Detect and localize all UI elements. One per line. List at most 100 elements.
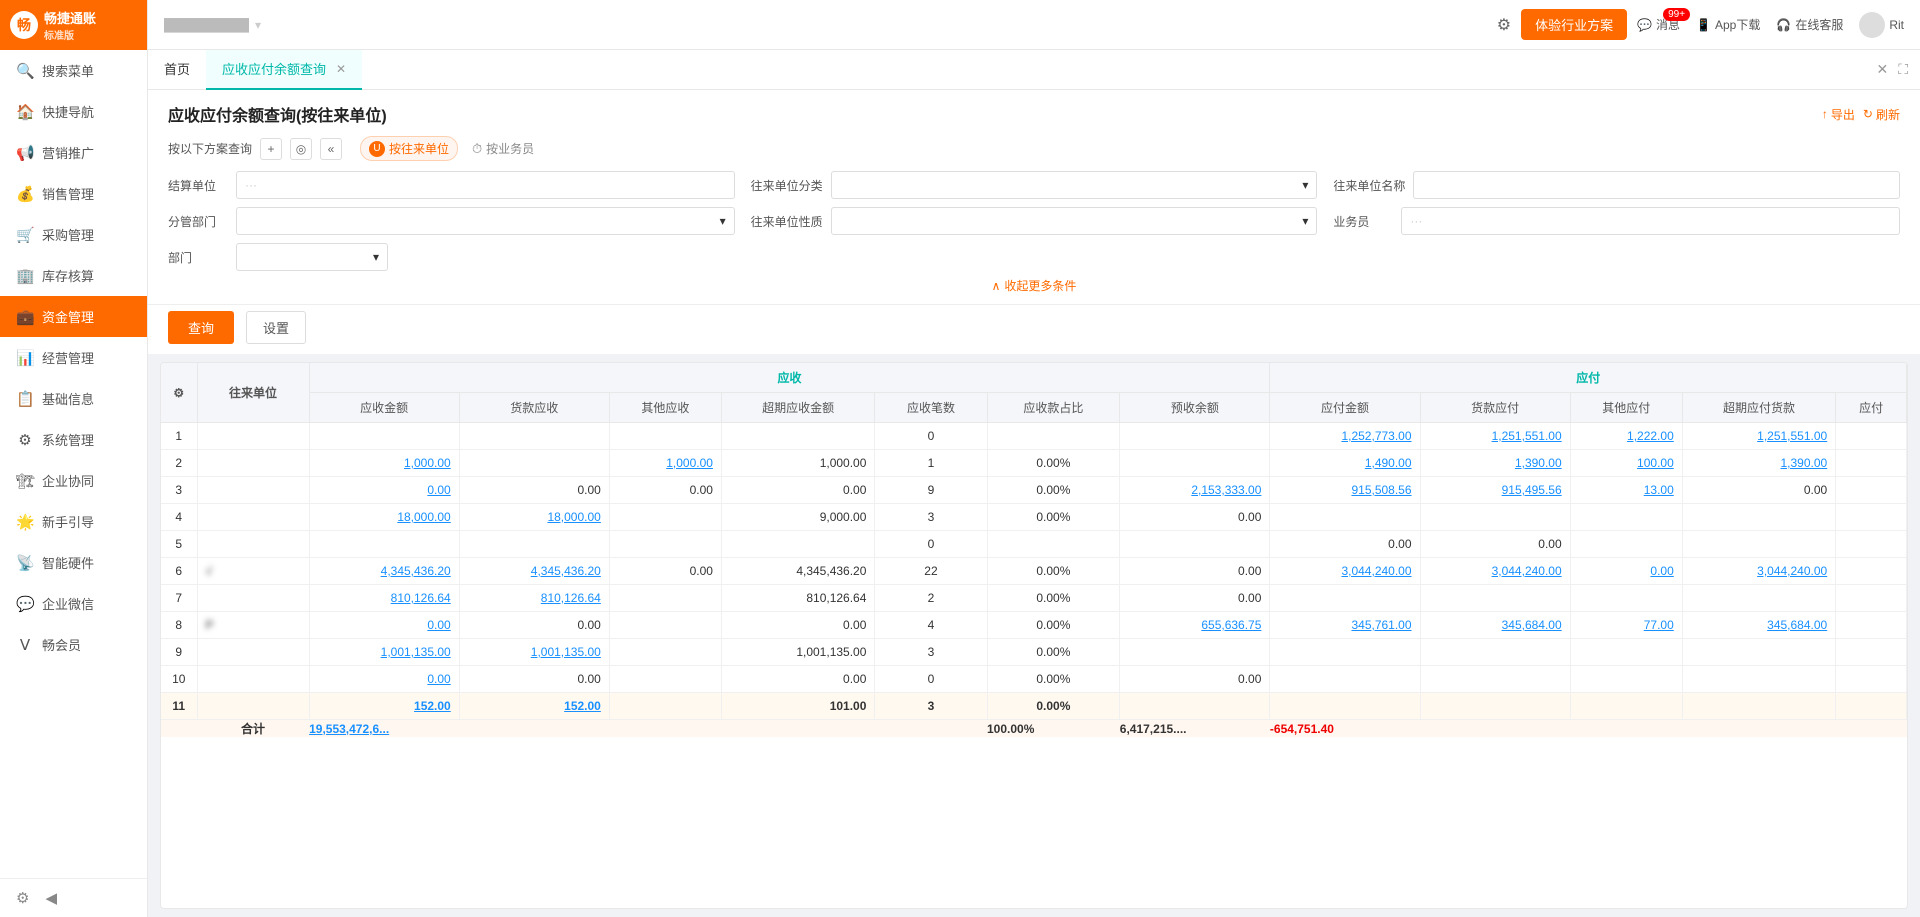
filter-target-btn[interactable]: ◎ bbox=[290, 138, 312, 160]
cell-ap-amount[interactable]: 345,761.00 bbox=[1270, 612, 1420, 639]
cell-loan-ap bbox=[1420, 504, 1570, 531]
tab-close-icon[interactable]: ✕ bbox=[336, 62, 346, 76]
cell-other-ap[interactable]: 1,222.00 bbox=[1570, 423, 1682, 450]
unit-category-input[interactable]: ▾ bbox=[831, 171, 1318, 199]
col-settings-icon[interactable]: ⚙ bbox=[161, 363, 197, 423]
table-footer-row: 合计 19,553,472,6... 100.00% 6,417,215....… bbox=[161, 720, 1907, 738]
cell-other-ar[interactable]: 1,000.00 bbox=[609, 450, 721, 477]
footer-ar-count bbox=[875, 720, 987, 738]
cell-ar-amount[interactable]: 810,126.64 bbox=[309, 585, 459, 612]
dept-input[interactable]: ▾ bbox=[236, 243, 388, 271]
settings-bottom-icon[interactable]: ⚙ bbox=[16, 889, 29, 907]
cell-ar-amount[interactable]: 1,001,135.00 bbox=[309, 639, 459, 666]
filter-add-btn[interactable]: + bbox=[260, 138, 282, 160]
cell-prepaid[interactable]: 2,153,333.00 bbox=[1120, 477, 1270, 504]
filter-collapse-btn[interactable]: « bbox=[320, 138, 342, 160]
cell-ap-amount bbox=[1270, 504, 1420, 531]
cell-prepaid[interactable]: 655,636.75 bbox=[1120, 612, 1270, 639]
cell-overdue-ap[interactable]: 3,044,240.00 bbox=[1682, 558, 1835, 585]
sidebar-item-sales[interactable]: 💰 销售管理 bbox=[0, 173, 147, 214]
cell-loan-ar[interactable]: 4,345,436.20 bbox=[459, 558, 609, 585]
promo-button[interactable]: 体验行业方案 bbox=[1521, 9, 1627, 40]
export-button[interactable]: ↑ 导出 bbox=[1822, 106, 1855, 123]
unit-nature-input[interactable]: ▾ bbox=[831, 207, 1318, 235]
app-download-button[interactable]: 📱 App下载 bbox=[1696, 16, 1760, 33]
cell-loan-ap[interactable]: 1,390.00 bbox=[1420, 450, 1570, 477]
cell-ar-amount[interactable]: 0.00 bbox=[309, 477, 459, 504]
filter-collapse-toggle[interactable]: ∧ 收起更多条件 bbox=[168, 271, 1900, 298]
col-ap-amount: 应付金额 bbox=[1270, 393, 1420, 423]
filter-field-unit-name: 往来单位名称 bbox=[1333, 171, 1900, 199]
tab-ar-ap[interactable]: 应收应付余额查询 ✕ bbox=[206, 50, 362, 90]
cell-ar-amount[interactable]: 1,000.00 bbox=[309, 450, 459, 477]
user-menu[interactable]: Rit bbox=[1859, 12, 1904, 38]
window-maximize-icon[interactable]: ⛶ bbox=[1898, 61, 1908, 78]
cell-other-ap[interactable]: 0.00 bbox=[1570, 558, 1682, 585]
message-button[interactable]: 💬 消息 99+ bbox=[1637, 16, 1680, 33]
sidebar-item-hardware[interactable]: 📡 智能硬件 bbox=[0, 542, 147, 583]
cell-loan-ar[interactable]: 18,000.00 bbox=[459, 504, 609, 531]
unit-name-input[interactable] bbox=[1413, 171, 1900, 199]
cell-ap2 bbox=[1836, 639, 1907, 666]
collapse-sidebar-icon[interactable]: ◀‌‌ bbox=[45, 889, 57, 907]
export-icon: ↑ bbox=[1822, 107, 1828, 121]
scheme-by-staff[interactable]: ⏱ 按业务员 bbox=[464, 136, 542, 161]
cell-ap-amount: 0.00 bbox=[1270, 531, 1420, 558]
cell-loan-ar bbox=[459, 531, 609, 558]
cell-ap-amount[interactable]: 3,044,240.00 bbox=[1270, 558, 1420, 585]
query-button[interactable]: 查询 bbox=[168, 311, 234, 344]
cell-no: 7 bbox=[161, 585, 197, 612]
cell-loan-ap[interactable]: 1,251,551.00 bbox=[1420, 423, 1570, 450]
table-settings-icon[interactable]: ⚙ bbox=[173, 386, 184, 400]
window-close-icon[interactable]: ✕ bbox=[1876, 61, 1888, 78]
cell-ar-amount[interactable]: 4,345,436.20 bbox=[309, 558, 459, 585]
cell-other-ap[interactable]: 77.00 bbox=[1570, 612, 1682, 639]
sidebar-item-wechat[interactable]: 💬 企业微信 bbox=[0, 583, 147, 624]
sidebar-item-inventory[interactable]: 🏢 库存核算 bbox=[0, 255, 147, 296]
sidebar-item-marketing[interactable]: 📢 营销推广 bbox=[0, 132, 147, 173]
cell-loan-ar[interactable]: 810,126.64 bbox=[459, 585, 609, 612]
scheme-by-unit[interactable]: U 按往来单位 bbox=[360, 136, 458, 161]
sidebar-item-member[interactable]: Ⅴ 畅会员 bbox=[0, 624, 147, 665]
cell-ar-amount[interactable]: 152.00 bbox=[309, 693, 459, 720]
sidebar-item-corp[interactable]: 🏗 企业协同 bbox=[0, 460, 147, 501]
cell-overdue-ap[interactable]: 1,251,551.00 bbox=[1682, 423, 1835, 450]
dept-manage-input[interactable]: ▾ bbox=[236, 207, 735, 235]
sidebar-item-finance[interactable]: 💼 资金管理 bbox=[0, 296, 147, 337]
tab-home[interactable]: 首页 bbox=[148, 50, 206, 90]
sidebar-item-search-menu[interactable]: 🔍 搜索菜单 bbox=[0, 50, 147, 91]
cell-other-ap bbox=[1570, 693, 1682, 720]
salesman-input[interactable]: ··· bbox=[1401, 207, 1900, 235]
cell-ar-amount[interactable]: 18,000.00 bbox=[309, 504, 459, 531]
sidebar-item-quick-nav[interactable]: 🏠 快捷导航 bbox=[0, 91, 147, 132]
sidebar-item-guide[interactable]: 🌟 新手引导 bbox=[0, 501, 147, 542]
header-gear-icon[interactable]: ⚙ bbox=[1497, 15, 1511, 35]
settle-unit-input[interactable]: ··· bbox=[236, 171, 735, 199]
cell-other-ap[interactable]: 100.00 bbox=[1570, 450, 1682, 477]
online-service-button[interactable]: 🎧 在线客服 bbox=[1776, 16, 1843, 33]
cell-ar-amount[interactable]: 0.00 bbox=[309, 612, 459, 639]
cell-loan-ar[interactable]: 1,001,135.00 bbox=[459, 639, 609, 666]
cell-ap-amount[interactable]: 915,508.56 bbox=[1270, 477, 1420, 504]
col-ap2: 应付 bbox=[1836, 393, 1907, 423]
cell-loan-ap[interactable]: 3,044,240.00 bbox=[1420, 558, 1570, 585]
sidebar-item-operations[interactable]: 📊 经营管理 bbox=[0, 337, 147, 378]
sidebar-item-base-info[interactable]: 📋 基础信息 bbox=[0, 378, 147, 419]
cell-prepaid bbox=[1120, 639, 1270, 666]
cell-other-ap[interactable]: 13.00 bbox=[1570, 477, 1682, 504]
cell-loan-ap[interactable]: 915,495.56 bbox=[1420, 477, 1570, 504]
table-wrapper[interactable]: ⚙ 往来单位 应收 应付 应收金额 货款应收 其他应收 超期应收金额 应收笔数 … bbox=[160, 362, 1908, 909]
cell-overdue-ap[interactable]: 1,390.00 bbox=[1682, 450, 1835, 477]
service-label: 在线客服 bbox=[1795, 16, 1843, 33]
cell-loan-ar[interactable]: 152.00 bbox=[459, 693, 609, 720]
settings-button[interactable]: 设置 bbox=[246, 311, 306, 344]
cell-ap-amount[interactable]: 1,490.00 bbox=[1270, 450, 1420, 477]
sidebar-item-purchase[interactable]: 🛒 采购管理 bbox=[0, 214, 147, 255]
cell-ap-amount[interactable]: 1,252,773.00 bbox=[1270, 423, 1420, 450]
cell-ar-amount[interactable]: 0.00 bbox=[309, 666, 459, 693]
cell-overdue-ap[interactable]: 345,684.00 bbox=[1682, 612, 1835, 639]
sidebar-item-system[interactable]: ⚙ 系统管理 bbox=[0, 419, 147, 460]
cell-loan-ap[interactable]: 345,684.00 bbox=[1420, 612, 1570, 639]
cell-other-ar bbox=[609, 639, 721, 666]
refresh-button[interactable]: ↻ 刷新 bbox=[1863, 106, 1900, 123]
